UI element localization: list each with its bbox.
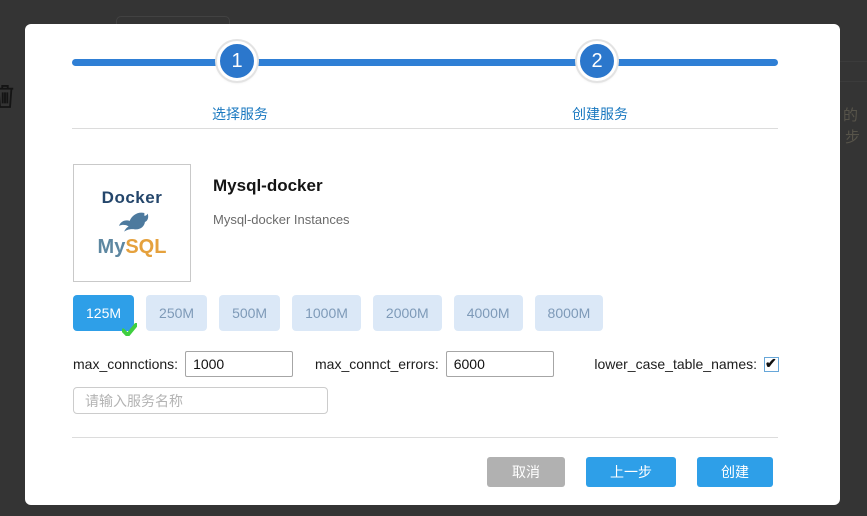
page-root: { "background": { "text_fragments": { "l… — [0, 0, 867, 516]
memory-option[interactable]: 250M — [146, 295, 208, 331]
background-text-fragment: 的 — [843, 107, 859, 124]
lower-case-group: lower_case_table_names: — [594, 349, 779, 379]
max-connect-errors-input[interactable] — [445, 351, 554, 377]
memory-option[interactable]: 8000M — [534, 295, 604, 331]
footer-divider — [72, 437, 778, 438]
docker-logo-text: Docker — [101, 187, 163, 207]
service-subtitle: Mysql-docker Instances — [213, 212, 350, 227]
trash-icon — [0, 85, 14, 108]
stepper-progress-bar — [72, 59, 778, 66]
background-divider — [840, 81, 867, 82]
previous-step-button[interactable]: 上一步 — [586, 457, 676, 487]
max-connections-input[interactable] — [185, 351, 294, 377]
parameters-row: max_connctions: max_connct_errors: lower… — [73, 349, 779, 379]
max-connect-errors-group: max_connct_errors: — [315, 349, 554, 379]
mysql-dolphin-icon — [119, 212, 149, 232]
memory-option[interactable]: 2000M — [372, 295, 442, 331]
step-2-label: 创建服务 — [572, 106, 628, 122]
footer-actions: 取消 上一步 创建 — [487, 457, 773, 487]
lower-case-label: lower_case_table_names: — [594, 356, 757, 372]
memory-option[interactable]: 500M — [219, 295, 281, 331]
mysql-docker-logo: Docker MySQL — [73, 164, 191, 282]
max-connections-group: max_connctions: — [73, 349, 294, 379]
service-name-input[interactable] — [73, 387, 328, 414]
check-icon — [122, 323, 138, 336]
max-connect-errors-label: max_connct_errors: — [315, 356, 439, 372]
step-1-circle[interactable]: 1 — [217, 41, 257, 81]
memory-option[interactable]: 1000M — [292, 295, 361, 331]
memory-options-row: 125M 250M 500M 1000M 2000M 4000M 8000M — [73, 295, 604, 336]
cancel-button[interactable]: 取消 — [487, 457, 565, 487]
create-service-dialog: 1 2 选择服务 创建服务 Docker MySQL Mysql-docker … — [25, 24, 840, 505]
background-text-fragment: 步 — [845, 129, 861, 146]
mysql-logo-text: MySQL — [97, 235, 167, 258]
memory-option[interactable]: 125M — [73, 295, 138, 336]
step-2-circle[interactable]: 2 — [577, 41, 617, 81]
step-1-label: 选择服务 — [212, 106, 268, 122]
max-connections-label: max_connctions: — [73, 356, 179, 372]
create-button[interactable]: 创建 — [697, 457, 773, 487]
memory-option[interactable]: 4000M — [453, 295, 523, 331]
lower-case-checkbox[interactable] — [764, 355, 779, 372]
background-divider — [840, 61, 867, 62]
header-divider — [72, 128, 778, 129]
service-title: Mysql-docker — [213, 176, 323, 195]
